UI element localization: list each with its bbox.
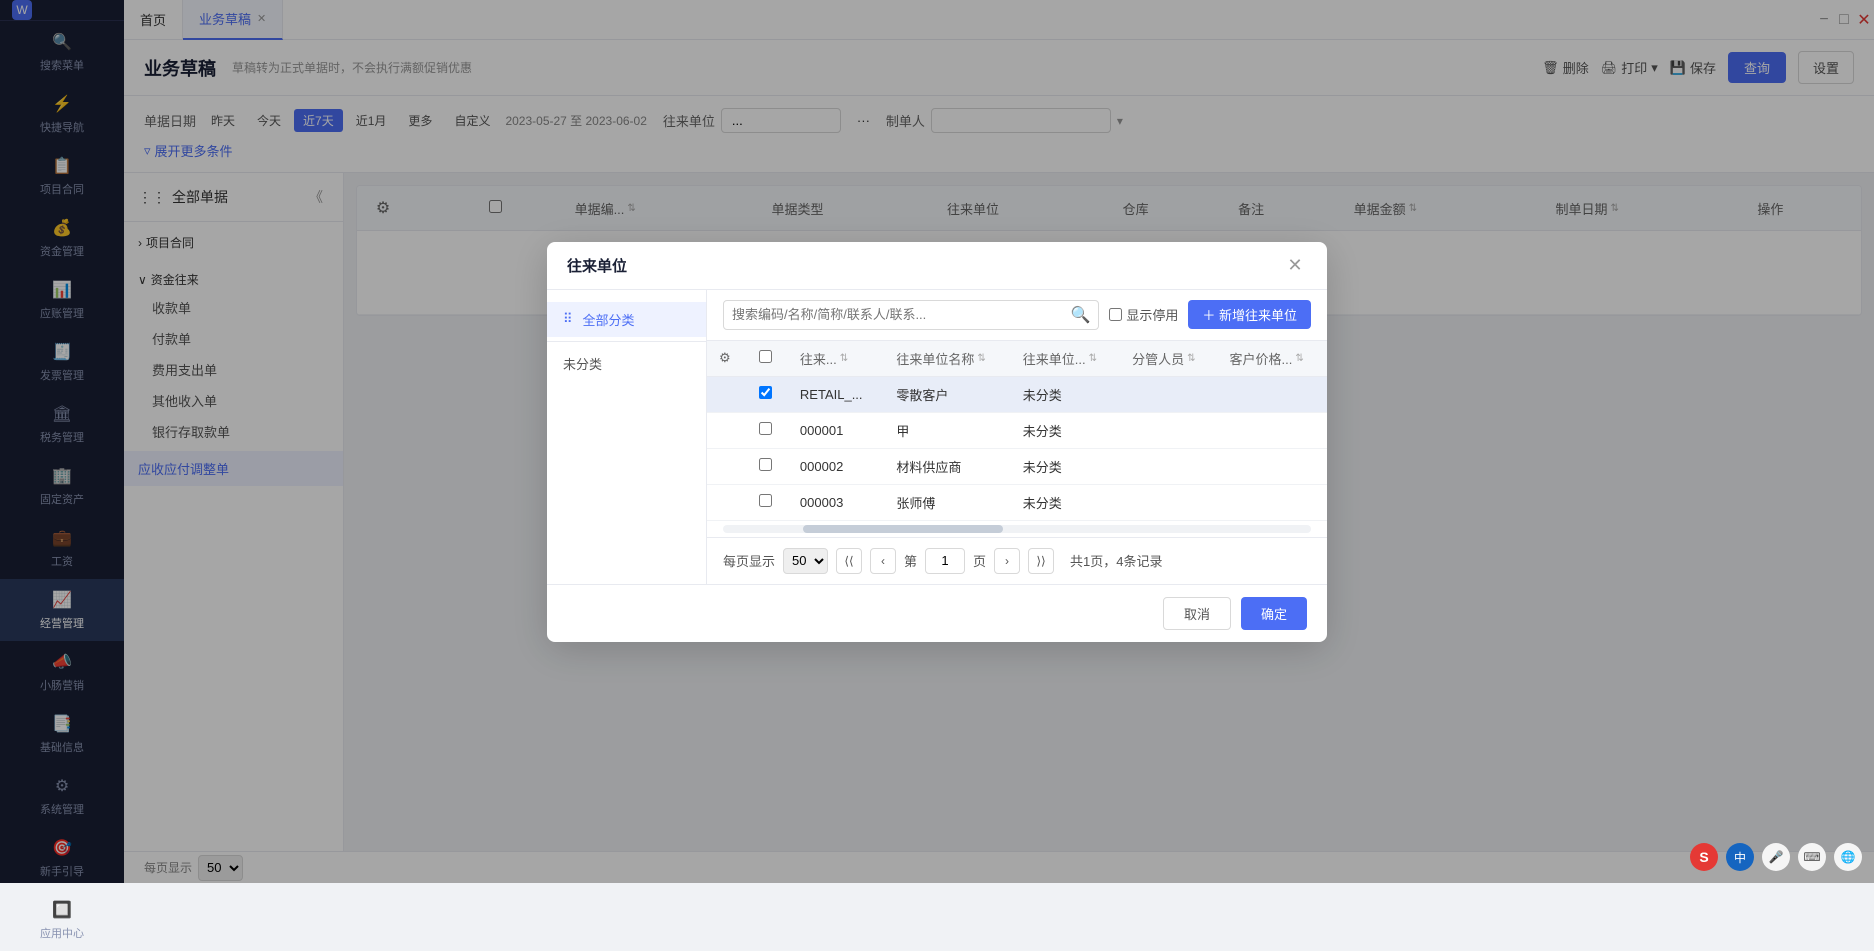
modal-search-box[interactable]: 🔍 (723, 300, 1099, 330)
modal-th-settings: ⚙ (707, 341, 747, 377)
modal-close-button[interactable]: ✕ (1283, 253, 1307, 277)
row-settings-cell (707, 448, 747, 484)
prev-page-button[interactable]: ‹ (870, 548, 896, 574)
row-category-cell: 未分类 (1011, 484, 1120, 520)
page-number-input[interactable]: 1 (925, 548, 965, 574)
page-label: 第 (904, 551, 917, 570)
modal-table-row[interactable]: RETAIL_... 零散客户 未分类 (707, 376, 1327, 412)
show-disabled-checkbox[interactable] (1109, 308, 1122, 321)
row-price-cell (1218, 376, 1327, 412)
modal-search-input[interactable] (732, 307, 1064, 322)
modal-footer: 取消 确定 (547, 584, 1327, 642)
modal-cat-all[interactable]: ⠿ 全部分类 (547, 302, 706, 337)
row-settings-cell (707, 484, 747, 520)
modal-table-row[interactable]: 000002 材料供应商 未分类 (707, 448, 1327, 484)
modal-data-panel: 🔍 显示停用 ＋ 新增往来单位 ⚙ (707, 290, 1327, 584)
drag-icon: ⠿ (563, 311, 573, 327)
sys-icon-s[interactable]: S (1690, 843, 1718, 871)
last-page-button[interactable]: ⟩⟩ (1028, 548, 1054, 574)
row-checkbox-cell[interactable] (747, 484, 788, 520)
row-name-cell: 张师傅 (884, 484, 1010, 520)
sys-icon-zhong[interactable]: 中 (1726, 843, 1754, 871)
modal-title: 往来单位 (567, 255, 627, 276)
modal-cat-uncat[interactable]: 未分类 (547, 346, 706, 381)
add-partner-button[interactable]: ＋ 新增往来单位 (1188, 300, 1311, 329)
show-disabled-label[interactable]: 显示停用 (1109, 305, 1178, 324)
row-checkbox-cell[interactable] (747, 412, 788, 448)
modal-header: 往来单位 ✕ (547, 242, 1327, 290)
row-price-cell (1218, 412, 1327, 448)
row-checkbox-cell[interactable] (747, 448, 788, 484)
modal-toolbar: 🔍 显示停用 ＋ 新增往来单位 (707, 290, 1327, 341)
row-settings-cell (707, 376, 747, 412)
row-sales-cell (1120, 448, 1217, 484)
scrollbar-thumb[interactable] (803, 525, 1003, 533)
modal-table-row[interactable]: 000001 甲 未分类 (707, 412, 1327, 448)
sidebar-item-apps[interactable]: 🔲 应用中心 (0, 889, 124, 951)
modal-pagination: 每页显示 50 ⟨⟨ ‹ 第 1 页 › ⟩⟩ 共1页，4条记录 (707, 537, 1327, 584)
modal-th-checkbox (747, 341, 788, 377)
partner-modal: 往来单位 ✕ ⠿ 全部分类 未分类 (547, 242, 1327, 642)
row-code-cell: 000003 (788, 484, 884, 520)
modal-select-all[interactable] (759, 350, 772, 363)
row-sales-cell (1120, 412, 1217, 448)
sort-icon-name: ⇅ (977, 353, 985, 364)
sort-icon-code: ⇅ (840, 353, 848, 364)
per-page-label: 每页显示 (723, 551, 775, 570)
row-code-cell: 000002 (788, 448, 884, 484)
row-name-cell: 甲 (884, 412, 1010, 448)
row-code-cell: 000001 (788, 412, 884, 448)
modal-th-code: 往来...⇅ (788, 341, 884, 377)
cancel-button[interactable]: 取消 (1163, 597, 1231, 630)
modal-cat-divider (547, 341, 706, 342)
row-sales-cell (1120, 376, 1217, 412)
row-price-cell (1218, 484, 1327, 520)
modal-th-category: 往来单位...⇅ (1011, 341, 1120, 377)
page-suffix: 页 (973, 551, 986, 570)
total-label: 共1页，4条记录 (1070, 551, 1162, 570)
row-category-cell: 未分类 (1011, 448, 1120, 484)
sort-icon-sales: ⇅ (1187, 353, 1195, 364)
confirm-button[interactable]: 确定 (1241, 597, 1307, 630)
search-icon: 🔍 (1070, 305, 1090, 325)
sys-tray: S 中 🎤 ⌨ 🌐 (1690, 843, 1862, 871)
modal-categories-panel: ⠿ 全部分类 未分类 (547, 290, 707, 584)
per-page-select[interactable]: 50 (783, 548, 828, 574)
modal-table-container: ⚙ 往来...⇅ 往来单位名称⇅ 往来单位...⇅ (707, 341, 1327, 537)
first-page-button[interactable]: ⟨⟨ (836, 548, 862, 574)
sort-icon-price: ⇅ (1295, 353, 1303, 364)
modal-table-row[interactable]: 000003 张师傅 未分类 (707, 484, 1327, 520)
sidebar-item-label-apps: 应用中心 (40, 925, 84, 941)
modal-th-price-class: 客户价格...⇅ (1218, 341, 1327, 377)
row-price-cell (1218, 448, 1327, 484)
modal-body: ⠿ 全部分类 未分类 🔍 显示停用 (547, 290, 1327, 584)
row-code-cell: RETAIL_... (788, 376, 884, 412)
sys-icon-network[interactable]: 🌐 (1834, 843, 1862, 871)
row-category-cell: 未分类 (1011, 412, 1120, 448)
horizontal-scrollbar[interactable] (723, 525, 1311, 533)
row-sales-cell (1120, 484, 1217, 520)
modal-th-name: 往来单位名称⇅ (884, 341, 1010, 377)
sys-icon-mic[interactable]: 🎤 (1762, 843, 1790, 871)
sort-icon-category: ⇅ (1089, 353, 1097, 364)
sys-icon-keyboard[interactable]: ⌨ (1798, 843, 1826, 871)
row-category-cell: 未分类 (1011, 376, 1120, 412)
row-checkbox-cell[interactable] (747, 376, 788, 412)
modal-table: ⚙ 往来...⇅ 往来单位名称⇅ 往来单位...⇅ (707, 341, 1327, 521)
row-name-cell: 材料供应商 (884, 448, 1010, 484)
modal-th-sales-person: 分管人员⇅ (1120, 341, 1217, 377)
row-name-cell: 零散客户 (884, 376, 1010, 412)
modal-overlay: 往来单位 ✕ ⠿ 全部分类 未分类 (0, 0, 1874, 883)
row-settings-cell (707, 412, 747, 448)
next-page-button[interactable]: › (994, 548, 1020, 574)
apps-icon: 🔲 (51, 899, 73, 921)
